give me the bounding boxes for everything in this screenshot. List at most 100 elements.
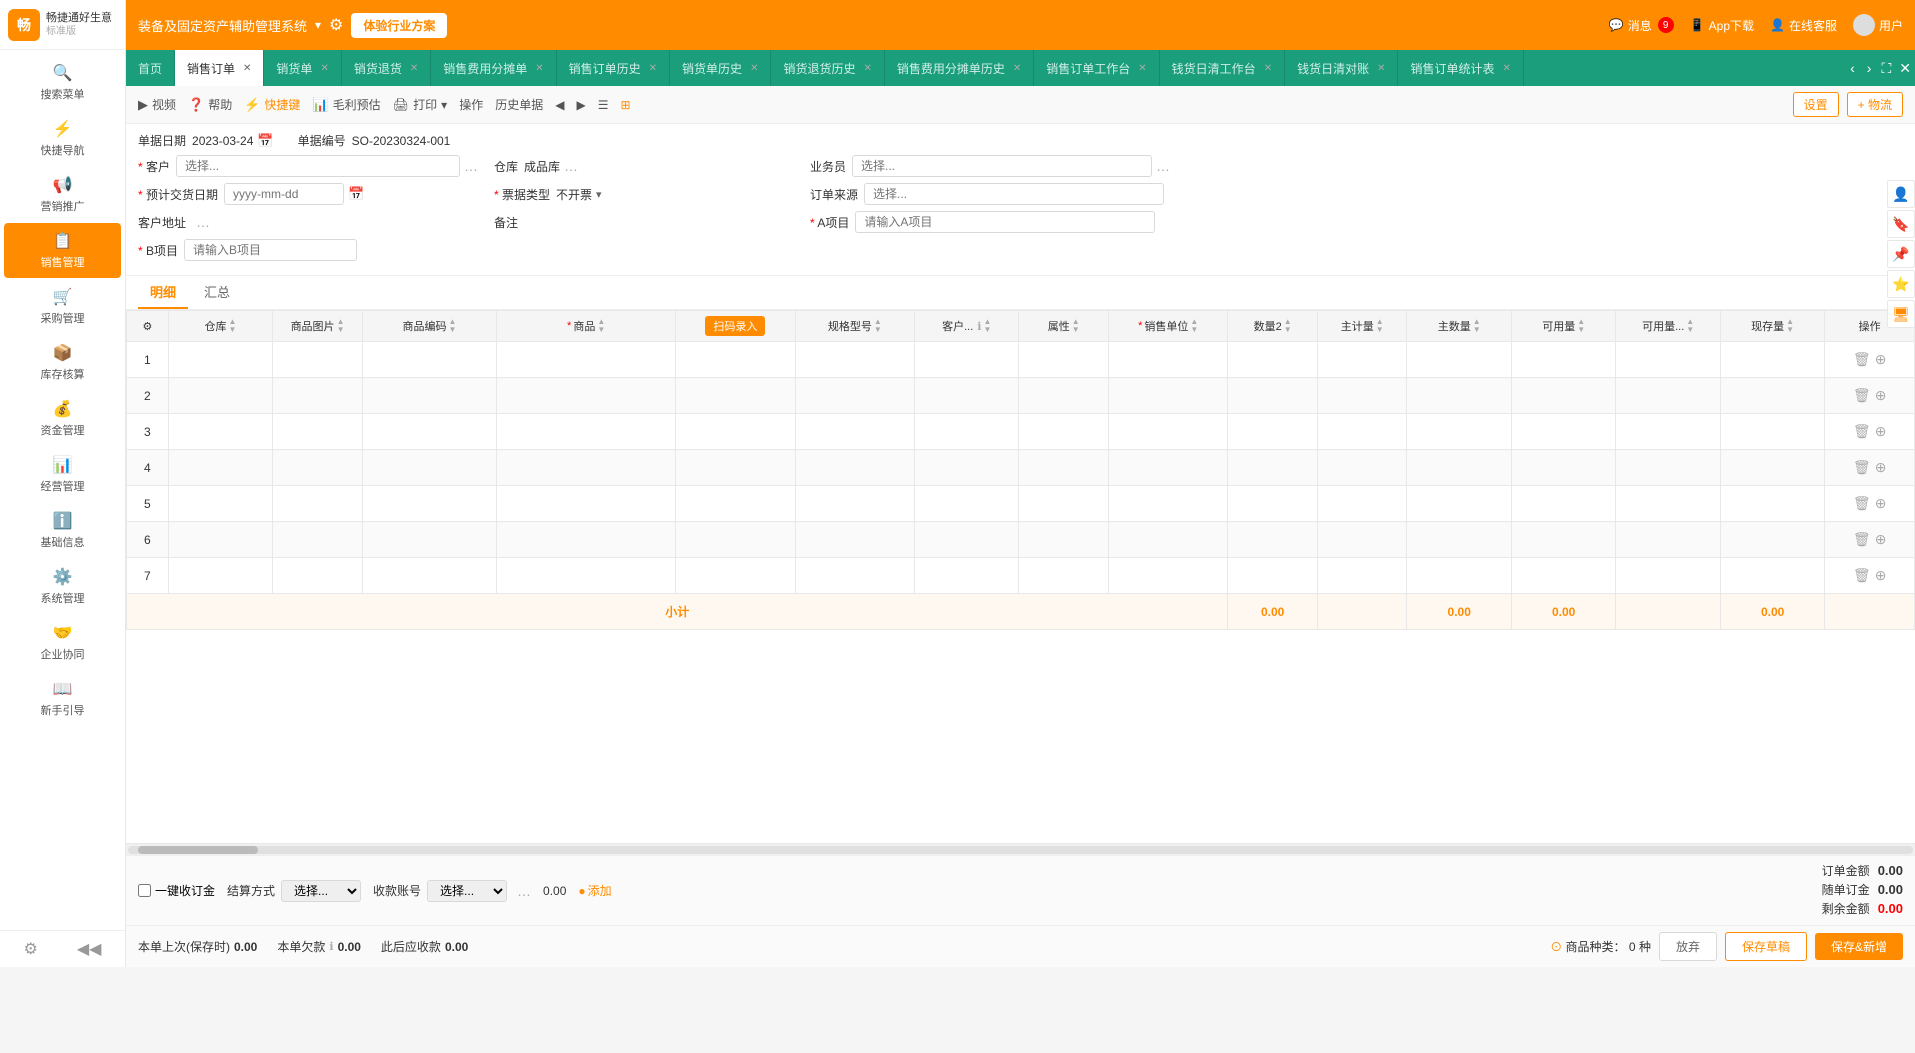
horizontal-scrollbar[interactable] [126,843,1915,855]
tab-daily-reconcile[interactable]: 钱货日清对账 ✕ [1285,50,1398,86]
copy-icon-3[interactable]: ⊕ [1875,423,1887,440]
toolbar-history[interactable]: 历史单据 [495,96,543,113]
salesperson-input[interactable] [852,155,1152,177]
salesperson-dots-icon[interactable]: … [1156,158,1170,174]
tab-sales-stats[interactable]: 销售订单统计表 ✕ [1398,50,1523,86]
tab-daily-clear-workbench[interactable]: 钱货日清工作台 ✕ [1160,50,1285,86]
tab-expense-history[interactable]: 销售费用分摊单历史 ✕ [885,50,1034,86]
tab-sales-stats-close[interactable]: ✕ [1503,63,1511,74]
calendar-icon[interactable]: 📅 [257,133,273,149]
toolbar-help[interactable]: ❓ 帮助 [188,96,232,113]
toolbar-view[interactable]: ▶ 视频 [138,96,176,113]
tab-sales-return-history[interactable]: 销货退货历史 ✕ [771,50,884,86]
copy-icon-4[interactable]: ⊕ [1875,459,1887,476]
topbar-dropdown-arrow[interactable]: ▾ [315,18,321,32]
tab-sales-order[interactable]: 销售订单 ✕ [175,50,264,86]
payment-method-select[interactable]: 选择... [281,880,361,902]
sidebar-item-operations[interactable]: 📊 经营管理 [4,447,121,502]
scan-btn[interactable]: 扫码录入 [705,316,765,336]
sidebar-item-inventory[interactable]: 📦 库存核算 [4,335,121,390]
sidebar-item-purchase[interactable]: 🛒 采购管理 [4,279,121,334]
tab-sales-return[interactable]: 销货退货 ✕ [342,50,431,86]
sidebar-settings-btn[interactable]: ⚙ [24,939,38,959]
auto-checkout-input[interactable] [138,884,151,897]
tab-detail[interactable]: 明细 [138,276,188,309]
warehouse-dots-icon[interactable]: … [564,158,578,174]
delete-icon-1[interactable]: 🗑 [1853,351,1871,368]
toolbar-grid-view[interactable]: ⊞ [620,98,630,112]
delete-icon-7[interactable]: 🗑 [1853,567,1871,584]
discard-btn[interactable]: 放弃 [1659,932,1717,961]
copy-icon-1[interactable]: ⊕ [1875,351,1887,368]
tab-sales-return-history-close[interactable]: ✕ [863,63,871,74]
tab-sales-expense-close[interactable]: ✕ [535,63,543,74]
toolbar-ops[interactable]: 操作 [459,96,483,113]
tab-maximize-btn[interactable]: ⛶ [1877,60,1895,77]
sidebar-collapse-btn[interactable]: ◀◀ [77,939,102,959]
toolbar-nav-next[interactable]: ▶ [576,98,585,112]
sidebar-item-system[interactable]: ⚙️ 系统管理 [4,559,121,614]
save-draft-btn[interactable]: 保存草稿 [1725,932,1807,961]
delete-icon-3[interactable]: 🗑 [1853,423,1871,440]
float-btn-4[interactable]: ⭐ [1887,270,1915,298]
tab-sales-invoice-close[interactable]: ✕ [320,63,328,74]
tab-sales-order-close[interactable]: ✕ [243,63,251,74]
tab-sales-order-history-close[interactable]: ✕ [649,63,657,74]
copy-icon-6[interactable]: ⊕ [1875,531,1887,548]
toolbar-list-view[interactable]: ☰ [598,98,609,112]
tab-expense-history-close[interactable]: ✕ [1013,63,1021,74]
toolbar-profit[interactable]: 📊 毛利预估 [312,96,380,113]
sidebar-item-quicknav[interactable]: ⚡ 快捷导航 [4,111,121,166]
sidebar-item-newbie[interactable]: 📖 新手引导 [4,671,121,726]
float-btn-1[interactable]: 👤 [1887,180,1915,208]
tab-close-all-btn[interactable]: ✕ [1895,60,1915,77]
tab-home[interactable]: 首页 [126,50,175,86]
toolbar-print[interactable]: 🖨 打印 ▾ [393,96,448,113]
account-select[interactable]: 选择... [427,880,507,902]
delete-icon-6[interactable]: 🗑 [1853,531,1871,548]
addr-dots-icon[interactable]: … [196,214,210,230]
delete-icon-5[interactable]: 🗑 [1853,495,1871,512]
order-source-input[interactable] [864,183,1164,205]
tab-daily-clear-workbench-close[interactable]: ✕ [1264,63,1272,74]
setting-btn[interactable]: 设置 [1793,92,1839,117]
copy-icon-5[interactable]: ⊕ [1875,495,1887,512]
sidebar-item-sales[interactable]: 📋 销售管理 [4,223,121,278]
sidebar-item-enterprise[interactable]: 🤝 企业协同 [4,615,121,670]
tab-sales-order-history[interactable]: 销售订单历史 ✕ [557,50,670,86]
delete-icon-2[interactable]: 🗑 [1853,387,1871,404]
tab-daily-reconcile-close[interactable]: ✕ [1377,63,1385,74]
save-new-btn[interactable]: 保存&新增 [1815,933,1903,960]
delivery-calendar-icon[interactable]: 📅 [348,186,364,202]
project-b-input[interactable] [184,239,357,261]
tab-next-btn[interactable]: › [1861,60,1878,76]
sidebar-item-marketing[interactable]: 📢 营销推广 [4,167,121,222]
copy-icon-2[interactable]: ⊕ [1875,387,1887,404]
tab-sales-invoice[interactable]: 销货单 ✕ [264,50,341,86]
sidebar-item-search[interactable]: 🔍 搜索菜单 [4,55,121,110]
tab-sales-invoice-history[interactable]: 销货单历史 ✕ [670,50,771,86]
app-download-item[interactable]: 📱 App下载 [1690,17,1754,34]
add-btn[interactable]: ● 添加 [578,882,611,899]
tab-sales-return-close[interactable]: ✕ [410,63,418,74]
toolbar-nav-prev[interactable]: ◀ [555,98,564,112]
scroll-thumb[interactable] [138,846,258,854]
account-dots-icon[interactable]: … [517,883,531,899]
topbar-gear-icon[interactable]: ⚙ [329,15,343,35]
customer-input[interactable] [176,155,460,177]
tab-prev-btn[interactable]: ‹ [1844,60,1861,76]
tab-order-workbench-close[interactable]: ✕ [1138,63,1146,74]
th-settings[interactable]: ⚙ [127,311,169,342]
float-btn-5[interactable]: 🖥 [1887,300,1915,328]
float-btn-3[interactable]: 📌 [1887,240,1915,268]
tab-summary[interactable]: 汇总 [192,276,242,309]
delivery-date-input[interactable] [224,183,344,205]
addrow-btn[interactable]: + 物流 [1847,92,1903,117]
delete-icon-4[interactable]: 🗑 [1853,459,1871,476]
customer-dots-icon[interactable]: … [464,158,478,174]
copy-icon-7[interactable]: ⊕ [1875,567,1887,584]
tab-order-workbench[interactable]: 销售订单工作台 ✕ [1034,50,1159,86]
sidebar-item-finance[interactable]: 💰 资金管理 [4,391,121,446]
user-item[interactable]: 用户 [1853,14,1903,36]
tab-sales-invoice-history-close[interactable]: ✕ [750,63,758,74]
